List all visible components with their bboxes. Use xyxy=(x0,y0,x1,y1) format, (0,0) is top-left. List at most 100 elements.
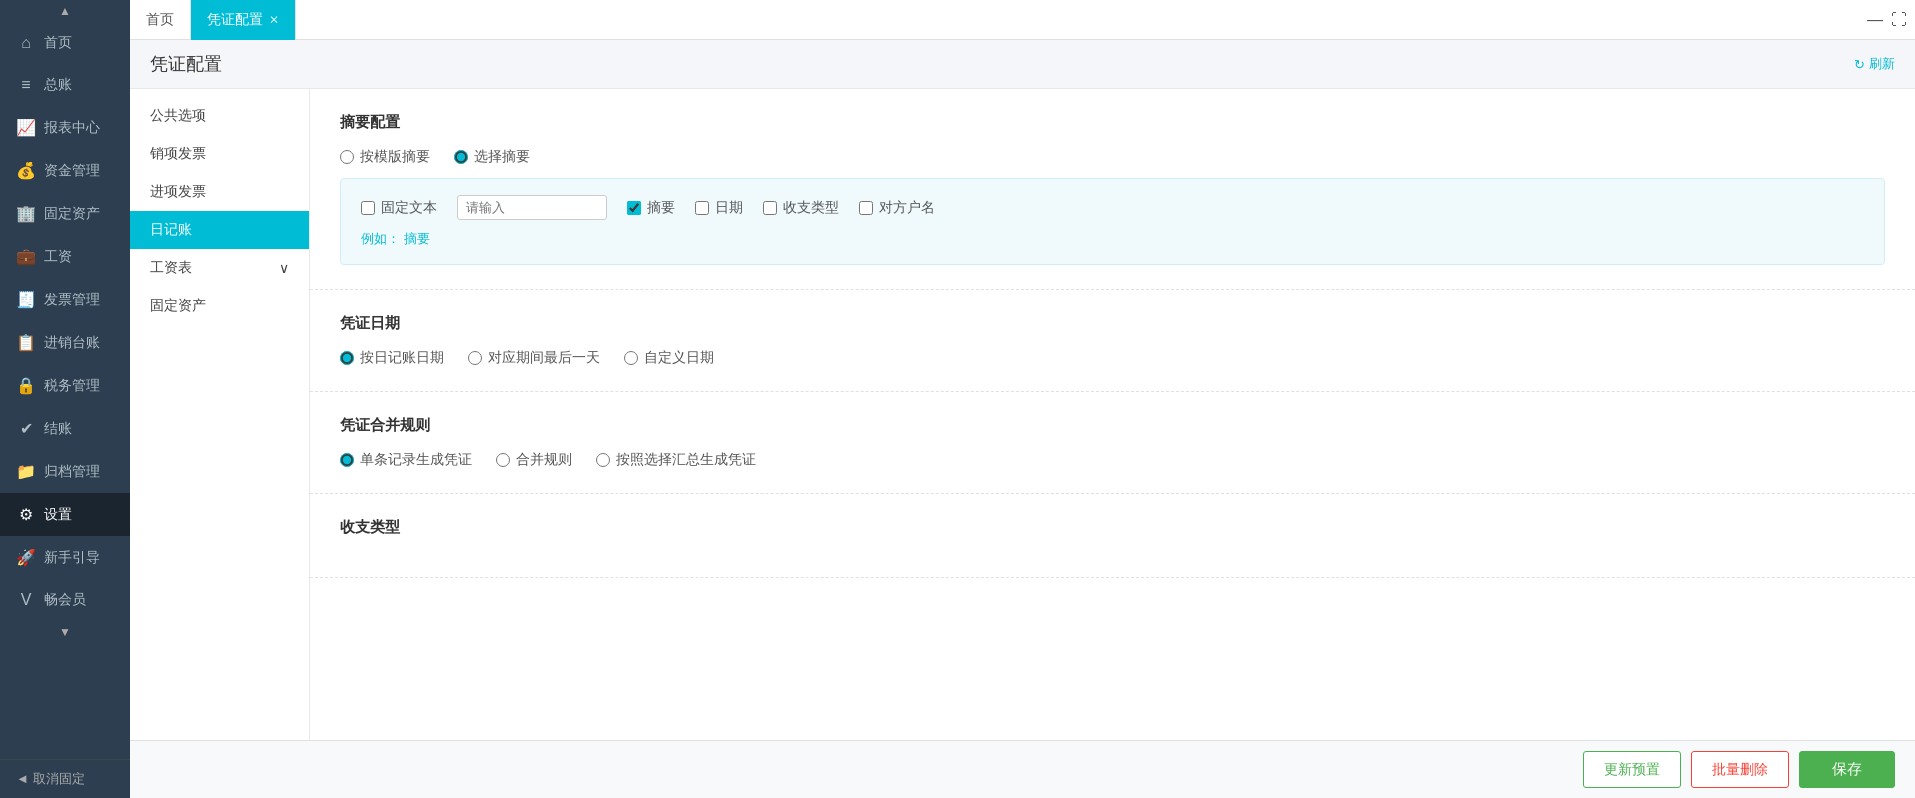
payroll-icon: 💼 xyxy=(16,247,36,266)
guide-icon: 🚀 xyxy=(16,548,36,567)
settings-icon: ⚙ xyxy=(16,505,36,524)
summary-radio-group: 按模版摘要 选择摘要 xyxy=(340,148,1885,166)
template-summary-input[interactable] xyxy=(340,150,354,164)
pin-icon: ◄ xyxy=(16,771,29,786)
period-last-day-input[interactable] xyxy=(468,351,482,365)
sidebar-item-archive[interactable]: 📁 归档管理 xyxy=(0,450,130,493)
date-checkbox[interactable]: 日期 xyxy=(695,199,743,217)
tab-bar: 首页 凭证配置 ✕ — ⛶ xyxy=(130,0,1915,40)
archive-icon: 📁 xyxy=(16,462,36,481)
right-content: 摘要配置 按模版摘要 选择摘要 xyxy=(310,89,1915,798)
left-nav-public[interactable]: 公共选项 xyxy=(130,97,309,135)
sidebar-item-assets[interactable]: 🏢 固定资产 xyxy=(0,192,130,235)
bottom-bar: 更新预置 批量删除 保存 xyxy=(130,740,1915,798)
chevron-down-icon: ∨ xyxy=(279,260,289,276)
voucher-date-section: 凭证日期 按日记账日期 对应期间最后一天 自定义日期 xyxy=(310,290,1915,392)
sidebar-item-payroll[interactable]: 💼 工资 xyxy=(0,235,130,278)
cancel-pin-button[interactable]: ◄ 取消固定 xyxy=(0,759,130,798)
custom-date-input[interactable] xyxy=(624,351,638,365)
select-summary-generate-radio[interactable]: 按照选择汇总生成凭证 xyxy=(596,451,756,469)
select-summary-radio[interactable]: 选择摘要 xyxy=(454,148,530,166)
page-header: 凭证配置 ↻ 刷新 xyxy=(130,40,1915,89)
sidebar-item-ledger[interactable]: ≡ 总账 xyxy=(0,64,130,106)
sidebar-item-tax[interactable]: 🔒 税务管理 xyxy=(0,364,130,407)
funds-icon: 💰 xyxy=(16,161,36,180)
income-type-section: 收支类型 xyxy=(310,494,1915,578)
income-type-checkbox[interactable]: 收支类型 xyxy=(763,199,839,217)
update-preview-button[interactable]: 更新预置 xyxy=(1583,751,1681,788)
ledger-icon: ≡ xyxy=(16,76,36,94)
tab-bar-actions: — ⛶ xyxy=(1867,11,1915,29)
select-summary-input[interactable] xyxy=(454,150,468,164)
minimize-icon[interactable]: — xyxy=(1867,11,1883,29)
sidebar-item-home[interactable]: ⌂ 首页 xyxy=(0,22,130,64)
fixed-text-field[interactable] xyxy=(457,195,607,220)
left-nav-payroll-table[interactable]: 工资表 ∨ xyxy=(130,249,309,287)
date-input[interactable] xyxy=(695,201,709,215)
sidebar-item-sales-ledger[interactable]: 📋 进销台账 xyxy=(0,321,130,364)
income-type-input[interactable] xyxy=(763,201,777,215)
merge-rules-title: 凭证合并规则 xyxy=(340,416,1885,435)
custom-date-radio[interactable]: 自定义日期 xyxy=(624,349,714,367)
sidebar-item-vip[interactable]: V 畅会员 xyxy=(0,579,130,621)
summary-checkbox[interactable]: 摘要 xyxy=(627,199,675,217)
vip-icon: V xyxy=(16,591,36,609)
home-icon: ⌂ xyxy=(16,34,36,52)
single-record-radio[interactable]: 单条记录生成凭证 xyxy=(340,451,472,469)
sidebar-item-reports[interactable]: 📈 报表中心 xyxy=(0,106,130,149)
counterpart-input[interactable] xyxy=(859,201,873,215)
single-record-input[interactable] xyxy=(340,453,354,467)
sidebar-item-settings[interactable]: ⚙ 设置 xyxy=(0,493,130,536)
batch-delete-button[interactable]: 批量删除 xyxy=(1691,751,1789,788)
body-layout: 公共选项 销项发票 进项发票 日记账 工资表 ∨ 固定资产 xyxy=(130,89,1915,798)
tab-voucher-config[interactable]: 凭证配置 ✕ xyxy=(191,0,296,40)
merge-rules-input[interactable] xyxy=(496,453,510,467)
content-area: 凭证配置 ↻ 刷新 公共选项 销项发票 进项发票 日记账 xyxy=(130,40,1915,798)
maximize-icon[interactable]: ⛶ xyxy=(1891,11,1907,29)
sidebar-item-closing[interactable]: ✔ 结账 xyxy=(0,407,130,450)
tax-icon: 🔒 xyxy=(16,376,36,395)
journal-date-radio[interactable]: 按日记账日期 xyxy=(340,349,444,367)
left-nav-journal[interactable]: 日记账 xyxy=(130,211,309,249)
closing-icon: ✔ xyxy=(16,419,36,438)
voucher-date-radio-group: 按日记账日期 对应期间最后一天 自定义日期 xyxy=(340,349,1885,367)
voucher-date-title: 凭证日期 xyxy=(340,314,1885,333)
sidebar-scroll-down[interactable]: ▼ xyxy=(0,621,130,643)
refresh-button[interactable]: ↻ 刷新 xyxy=(1854,55,1895,73)
sidebar: ▲ ⌂ 首页 ≡ 总账 📈 报表中心 💰 资金管理 🏢 固定资产 💼 工资 🧾 … xyxy=(0,0,130,798)
merge-rules-radio-group: 单条记录生成凭证 合并规则 按照选择汇总生成凭证 xyxy=(340,451,1885,469)
summary-config-box: 固定文本 摘要 日期 xyxy=(340,178,1885,265)
invoice-mgmt-icon: 🧾 xyxy=(16,290,36,309)
main-content: 首页 凭证配置 ✕ — ⛶ 凭证配置 ↻ 刷新 公共选项 xyxy=(130,0,1915,798)
summary-config-title: 摘要配置 xyxy=(340,113,1885,132)
income-type-title: 收支类型 xyxy=(340,518,1885,537)
fixed-text-input[interactable] xyxy=(361,201,375,215)
example-text: 例如： 摘要 xyxy=(361,230,1864,248)
sidebar-scroll-up[interactable]: ▲ xyxy=(0,0,130,22)
left-nav-purchase-invoice[interactable]: 进项发票 xyxy=(130,173,309,211)
sales-ledger-icon: 📋 xyxy=(16,333,36,352)
left-nav-fixed-assets[interactable]: 固定资产 xyxy=(130,287,309,325)
reports-icon: 📈 xyxy=(16,118,36,137)
summary-config-row: 固定文本 摘要 日期 xyxy=(361,195,1864,220)
refresh-icon: ↻ xyxy=(1854,57,1865,72)
template-summary-radio[interactable]: 按模版摘要 xyxy=(340,148,430,166)
assets-icon: 🏢 xyxy=(16,204,36,223)
fixed-text-checkbox[interactable]: 固定文本 xyxy=(361,199,437,217)
left-nav: 公共选项 销项发票 进项发票 日记账 工资表 ∨ 固定资产 xyxy=(130,89,310,798)
counterpart-checkbox[interactable]: 对方户名 xyxy=(859,199,935,217)
close-tab-icon[interactable]: ✕ xyxy=(269,13,279,27)
period-last-day-radio[interactable]: 对应期间最后一天 xyxy=(468,349,600,367)
select-summary-generate-input[interactable] xyxy=(596,453,610,467)
left-nav-sales-invoice[interactable]: 销项发票 xyxy=(130,135,309,173)
merge-rules-radio[interactable]: 合并规则 xyxy=(496,451,572,469)
sidebar-item-funds[interactable]: 💰 资金管理 xyxy=(0,149,130,192)
save-button[interactable]: 保存 xyxy=(1799,751,1895,788)
tab-home[interactable]: 首页 xyxy=(130,0,191,40)
journal-date-input[interactable] xyxy=(340,351,354,365)
sidebar-item-invoice-mgmt[interactable]: 🧾 发票管理 xyxy=(0,278,130,321)
sidebar-item-guide[interactable]: 🚀 新手引导 xyxy=(0,536,130,579)
merge-rules-section: 凭证合并规则 单条记录生成凭证 合并规则 按照选择汇总生成凭证 xyxy=(310,392,1915,494)
page-title: 凭证配置 xyxy=(150,52,222,76)
summary-input[interactable] xyxy=(627,201,641,215)
